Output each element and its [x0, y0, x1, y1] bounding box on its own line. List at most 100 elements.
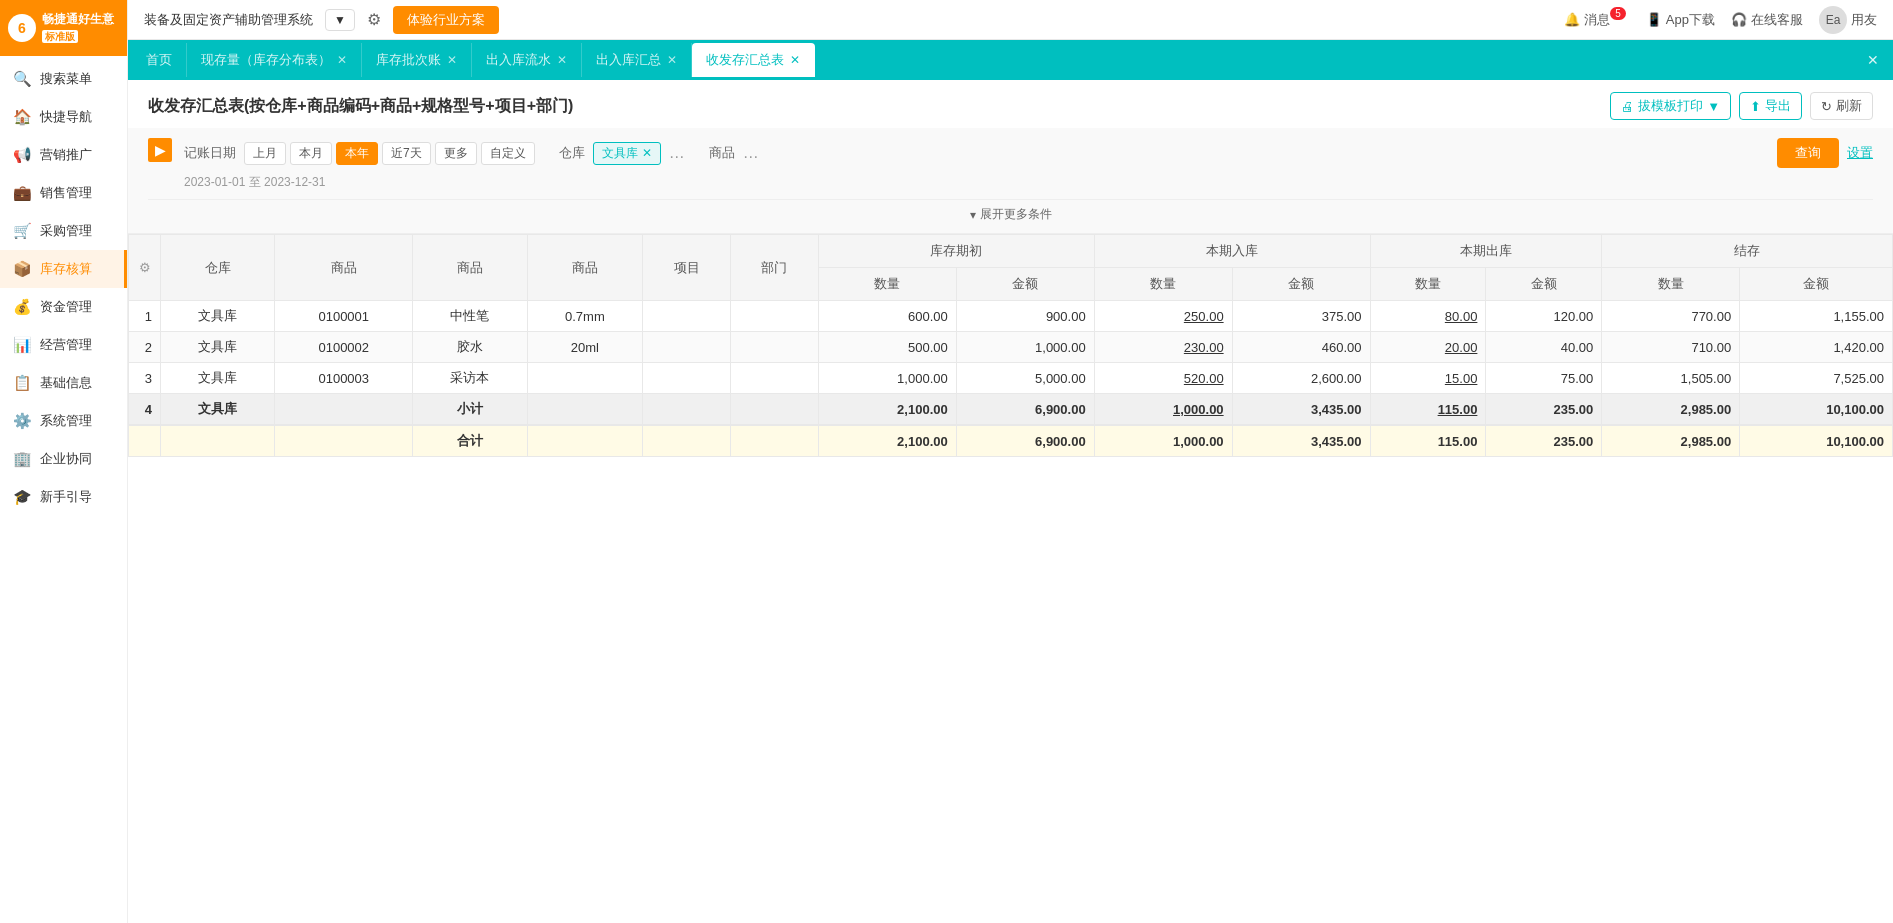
print-button[interactable]: 🖨 拔模板打印 ▼ [1610, 92, 1731, 120]
sidebar-item-search[interactable]: 🔍 搜索菜单 [0, 60, 127, 98]
sidebar-item-inventory[interactable]: 📦 库存核算 [0, 250, 127, 288]
total-spacer-6 [731, 425, 819, 457]
tab-home-label: 首页 [146, 51, 172, 69]
user-item[interactable]: Ea 用友 [1819, 6, 1877, 34]
export-button[interactable]: ⬆ 导出 [1739, 92, 1802, 120]
expand-icon: ▾ [970, 208, 976, 222]
row-in-qty[interactable]: 230.00 [1094, 332, 1232, 363]
table-settings-header[interactable]: ⚙ [129, 235, 161, 301]
row-spec: 20ml [527, 332, 643, 363]
notification-item[interactable]: 🔔 消息 5 [1564, 11, 1630, 29]
subtotal-out-qty[interactable]: 115.00 [1370, 394, 1486, 426]
trial-button[interactable]: 体验行业方案 [393, 6, 499, 34]
sidebar-item-basic[interactable]: 📋 基础信息 [0, 364, 127, 402]
row-dept [731, 332, 819, 363]
sidebar-item-purchase[interactable]: 🛒 采购管理 [0, 212, 127, 250]
tab-flow-label: 出入库流水 [486, 51, 551, 69]
tab-stock-dist-close[interactable]: ✕ [337, 53, 347, 67]
online-support-item[interactable]: 🎧 在线客服 [1731, 11, 1803, 29]
row-open-amt: 5,000.00 [956, 363, 1094, 394]
tab-batch[interactable]: 库存批次账 ✕ [362, 43, 472, 77]
tab-recv-send[interactable]: 收发存汇总表 ✕ [692, 43, 815, 77]
top-header-left: 装备及固定资产辅助管理系统 ▼ ⚙ 体验行业方案 [144, 6, 499, 34]
warehouse-tag-text: 文具库 [602, 145, 638, 162]
sidebar-item-quicknav[interactable]: 🏠 快捷导航 [0, 98, 127, 136]
tab-bar-close[interactable]: ✕ [1853, 44, 1893, 76]
tab-summary-io[interactable]: 出入库汇总 ✕ [582, 43, 692, 77]
tab-bar: 首页 现存量（库存分布表） ✕ 库存批次账 ✕ 出入库流水 ✕ 出入库汇总 ✕ … [128, 40, 1893, 80]
expand-filter-btn[interactable]: ▾ 展开更多条件 [970, 206, 1052, 223]
sidebar-item-enterprise[interactable]: 🏢 企业协同 [0, 440, 127, 478]
table-footer: 合计 2,100.00 6,900.00 1,000.00 3,435.00 1… [129, 425, 1893, 457]
row-code: 0100002 [275, 332, 413, 363]
date-btn-this-month[interactable]: 本月 [290, 142, 332, 165]
query-button[interactable]: 查询 [1777, 138, 1839, 168]
refresh-button[interactable]: ↻ 刷新 [1810, 92, 1873, 120]
warehouse-tag-close[interactable]: ✕ [642, 146, 652, 160]
row-out-qty[interactable]: 15.00 [1370, 363, 1486, 394]
row-out-qty[interactable]: 80.00 [1370, 301, 1486, 332]
sidebar-item-sales[interactable]: 💼 销售管理 [0, 174, 127, 212]
date-btn-more[interactable]: 更多 [435, 142, 477, 165]
tab-batch-close[interactable]: ✕ [447, 53, 457, 67]
row-project [643, 363, 731, 394]
system-select-dropdown[interactable]: ▼ [325, 9, 355, 31]
row-dept [731, 301, 819, 332]
system-title: 装备及固定资产辅助管理系统 [144, 11, 313, 29]
row-bal-amt: 1,155.00 [1740, 301, 1893, 332]
col-header-project: 项目 [643, 235, 731, 301]
date-btn-last-month[interactable]: 上月 [244, 142, 286, 165]
subheader-open-amt: 金额 [956, 268, 1094, 301]
refresh-label: 刷新 [1836, 97, 1862, 115]
warehouse-filter-section: 仓库 文具库 ✕ … [559, 142, 685, 165]
export-label: 导出 [1765, 97, 1791, 115]
row-in-amt: 375.00 [1232, 301, 1370, 332]
subtotal-dept [731, 394, 819, 426]
tab-flow-close[interactable]: ✕ [557, 53, 567, 67]
date-btn-7days[interactable]: 近7天 [382, 142, 431, 165]
col-header-opening: 库存期初 [818, 235, 1094, 268]
table-row: 2 文具库 0100002 胶水 20ml 500.00 1,000.00 23… [129, 332, 1893, 363]
date-btn-this-year[interactable]: 本年 [336, 142, 378, 165]
sidebar-item-label: 系统管理 [40, 412, 92, 430]
basic-icon: 📋 [12, 374, 32, 392]
sidebar-item-finance[interactable]: 💰 资金管理 [0, 288, 127, 326]
expand-label: 展开更多条件 [980, 206, 1052, 223]
total-out-qty: 115.00 [1370, 425, 1486, 457]
tab-stock-dist[interactable]: 现存量（库存分布表） ✕ [187, 43, 362, 77]
tab-flow[interactable]: 出入库流水 ✕ [472, 43, 582, 77]
total-label: 合计 [413, 425, 527, 457]
sidebar-item-newbie[interactable]: 🎓 新手引导 [0, 478, 127, 516]
date-range-row: 2023-01-01 至 2023-12-31 [184, 174, 1873, 191]
notification-badge: 5 [1610, 7, 1626, 20]
finance-icon: 💰 [12, 298, 32, 316]
sidebar-logo: 6 畅捷通好生意 标准版 [0, 0, 127, 56]
chevron-down-icon: ▼ [1707, 99, 1720, 114]
gear-button[interactable]: ⚙ [367, 10, 381, 29]
row-out-amt: 75.00 [1486, 363, 1602, 394]
refresh-icon: ↻ [1821, 99, 1832, 114]
filter-toggle-btn[interactable]: ▶ [148, 138, 172, 162]
date-btn-custom[interactable]: 自定义 [481, 142, 535, 165]
row-no: 1 [129, 301, 161, 332]
row-out-qty[interactable]: 20.00 [1370, 332, 1486, 363]
row-no: 3 [129, 363, 161, 394]
search-icon: 🔍 [12, 70, 32, 88]
sidebar-item-label: 采购管理 [40, 222, 92, 240]
row-in-qty[interactable]: 250.00 [1094, 301, 1232, 332]
col-header-dept: 部门 [731, 235, 819, 301]
tab-recv-send-close[interactable]: ✕ [790, 53, 800, 67]
sidebar-item-marketing[interactable]: 📢 营销推广 [0, 136, 127, 174]
sidebar-item-operations[interactable]: 📊 经营管理 [0, 326, 127, 364]
tab-home[interactable]: 首页 [132, 43, 187, 77]
subtotal-in-qty[interactable]: 1,000.00 [1094, 394, 1232, 426]
tab-summary-io-close[interactable]: ✕ [667, 53, 677, 67]
warehouse-filter-more[interactable]: … [669, 144, 685, 162]
row-in-qty[interactable]: 520.00 [1094, 363, 1232, 394]
goods-filter-more[interactable]: … [743, 144, 759, 162]
app-download-item[interactable]: 📱 App下载 [1646, 11, 1715, 29]
sidebar-item-system[interactable]: ⚙️ 系统管理 [0, 402, 127, 440]
settings-link[interactable]: 设置 [1847, 144, 1873, 162]
row-warehouse: 文具库 [161, 301, 275, 332]
subtotal-bal-amt: 10,100.00 [1740, 394, 1893, 426]
